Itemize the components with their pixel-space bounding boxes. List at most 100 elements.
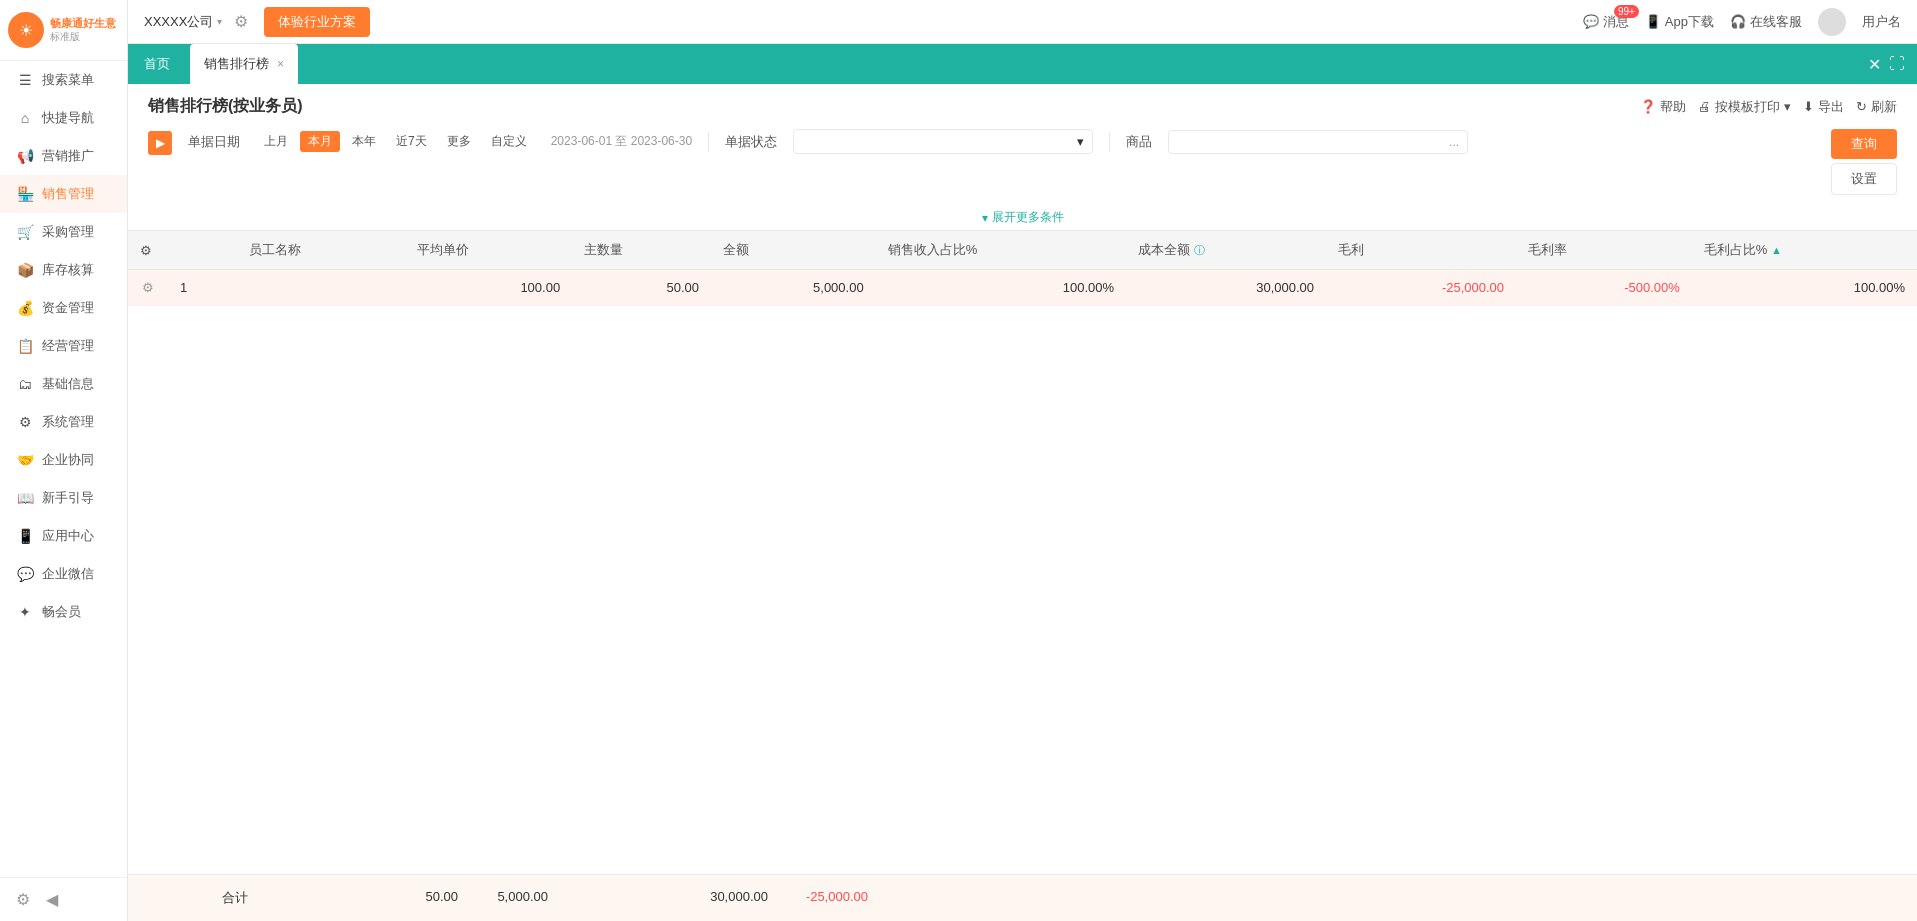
date-tab-this-month[interactable]: 本月	[300, 131, 340, 152]
sidebar-item-member[interactable]: ✦ 畅会员	[0, 593, 127, 631]
sidebar-item-inventory[interactable]: 📦 库存核算	[0, 251, 127, 289]
row-settings-icon: ⚙	[140, 280, 156, 295]
query-button[interactable]: 查询	[1831, 129, 1897, 159]
logo-icon: ☀	[8, 12, 44, 48]
expand-conditions-button[interactable]: ▾ 展开更多条件	[982, 209, 1064, 226]
tabbar: 首页 销售排行榜 × ✕ ⛶	[128, 44, 1917, 84]
col-amount: 全额	[711, 231, 876, 270]
logo-text: 畅康通好生意	[50, 16, 116, 30]
print-chevron-icon: ▾	[1784, 99, 1791, 114]
topbar-settings-icon[interactable]: ⚙	[234, 12, 248, 31]
setting-button[interactable]: 设置	[1831, 163, 1897, 195]
tab-close-button[interactable]: ×	[277, 57, 284, 71]
export-button[interactable]: ⬇ 导出	[1803, 98, 1844, 116]
wechat-icon: 💬	[16, 565, 34, 583]
sidebar-item-system[interactable]: ⚙ 系统管理	[0, 403, 127, 441]
filter-toggle-button[interactable]: ▶	[148, 131, 172, 155]
date-tab-this-year[interactable]: 本年	[344, 131, 384, 152]
trial-button[interactable]: 体验行业方案	[264, 7, 370, 37]
date-tab-last-month[interactable]: 上月	[256, 131, 296, 152]
sidebar-item-operations[interactable]: 📋 经营管理	[0, 327, 127, 365]
sidebar-item-marketing[interactable]: 📢 营销推广	[0, 137, 127, 175]
sidebar-item-search[interactable]: ☰ 搜索菜单	[0, 61, 127, 99]
status-select[interactable]: ▾	[793, 129, 1093, 154]
sidebar-item-wechat[interactable]: 💬 企业微信	[0, 555, 127, 593]
enterprise-icon: 🤝	[16, 451, 34, 469]
member-icon: ✦	[16, 603, 34, 621]
date-tabs: 上月 本月 本年 近7天 更多 自定义	[256, 131, 535, 152]
app-download-button[interactable]: 📱 App下载	[1645, 13, 1714, 31]
sidebar-item-enterprise[interactable]: 🤝 企业协同	[0, 441, 127, 479]
system-icon: ⚙	[16, 413, 34, 431]
sidebar-item-label: 系统管理	[42, 413, 94, 431]
sidebar-item-purchase[interactable]: 🛒 采购管理	[0, 213, 127, 251]
date-tab-7days[interactable]: 近7天	[388, 131, 435, 152]
sidebar-item-label: 企业协同	[42, 451, 94, 469]
message-badge: 99+	[1614, 5, 1639, 18]
col-name: 员工名称	[237, 231, 405, 270]
table-body: ⚙ 1 100.00 50.00 5,000.00 100.00% 30,000…	[128, 270, 1917, 306]
row-sales-pct: 100.00%	[876, 270, 1126, 306]
data-table: ⚙ 员工名称 平均单价 主数量 全额 销售收入占比% 成本全额 ⓘ 毛利 毛利率…	[128, 231, 1917, 306]
print-button[interactable]: 🖨 按模板打印 ▾	[1698, 98, 1791, 116]
phone-icon: 📱	[1645, 14, 1661, 29]
sidebar-item-label: 应用中心	[42, 527, 94, 545]
collapse-icon[interactable]: ◀	[46, 890, 58, 909]
date-tab-more[interactable]: 更多	[439, 131, 479, 152]
message-icon: 💬	[1583, 14, 1599, 29]
sidebar-item-label: 销售管理	[42, 185, 94, 203]
sidebar-item-guide[interactable]: 📖 新手引导	[0, 479, 127, 517]
sidebar-item-app-center[interactable]: 📱 应用中心	[0, 517, 127, 555]
tab-active[interactable]: 销售排行榜 ×	[190, 44, 298, 84]
tab-active-label: 销售排行榜	[204, 55, 269, 73]
sidebar-item-label: 经营管理	[42, 337, 94, 355]
col-cost: 成本全额 ⓘ	[1126, 231, 1326, 270]
sidebar-item-sales[interactable]: 🏪 销售管理	[0, 175, 127, 213]
search-menu-icon: ☰	[16, 71, 34, 89]
sidebar-item-label: 库存核算	[42, 261, 94, 279]
sidebar-item-basic-info[interactable]: 🗂 基础信息	[0, 365, 127, 403]
row-index: 1	[168, 270, 237, 306]
date-range: 2023-06-01 至 2023-06-30	[551, 133, 692, 150]
company-chevron-icon: ▾	[217, 16, 222, 27]
footer-cost: 30,000.00	[680, 885, 780, 911]
filter-buttons: 查询 设置	[1831, 129, 1897, 195]
avatar[interactable]	[1818, 8, 1846, 36]
table-area: ⚙ 员工名称 平均单价 主数量 全额 销售收入占比% 成本全额 ⓘ 毛利 毛利率…	[128, 231, 1917, 921]
footer-main-qty: 50.00	[390, 885, 470, 911]
sidebar-item-label: 营销推广	[42, 147, 94, 165]
capital-icon: 💰	[16, 299, 34, 317]
date-tab-custom[interactable]: 自定义	[483, 131, 535, 152]
footer-amount: 5,000.00	[470, 885, 560, 911]
settings-bottom-icon[interactable]: ⚙	[16, 890, 30, 909]
online-service-button[interactable]: 🎧 在线客服	[1730, 13, 1802, 31]
company-name: XXXXX公司	[144, 13, 213, 31]
username[interactable]: 用户名	[1862, 13, 1901, 31]
goods-more-icon[interactable]: ...	[1449, 135, 1459, 149]
tab-expand-icon[interactable]: ⛶	[1889, 55, 1905, 73]
logo-area: ☀ 畅康通好生意 标准版	[0, 0, 127, 61]
chevron-down-icon: ▾	[982, 211, 988, 225]
tab-close-all-icon[interactable]: ✕	[1868, 55, 1881, 74]
footer-index	[180, 885, 210, 911]
footer-label: 合计	[210, 885, 310, 911]
topbar-right: 💬 消息 99+ 📱 App下载 🎧 在线客服 用户名	[1583, 8, 1901, 36]
sidebar-item-label: 企业微信	[42, 565, 94, 583]
refresh-button[interactable]: ↻ 刷新	[1856, 98, 1897, 116]
logo-sub: 标准版	[50, 30, 116, 44]
goods-select[interactable]: ...	[1168, 130, 1468, 154]
help-icon: ❓	[1640, 99, 1656, 114]
footer-sales-pct	[560, 885, 680, 911]
help-button[interactable]: ❓ 帮助	[1640, 98, 1686, 116]
footer-cells: 合计 50.00 5,000.00 30,000.00 -25,000.00	[140, 885, 1905, 911]
col-index	[168, 231, 237, 270]
app-label: App下载	[1665, 13, 1714, 31]
company-selector[interactable]: XXXXX公司 ▾	[144, 13, 222, 31]
home-icon: ⌂	[16, 109, 34, 127]
refresh-icon: ↻	[1856, 99, 1867, 114]
message-button[interactable]: 💬 消息 99+	[1583, 13, 1629, 31]
sidebar-item-capital[interactable]: 💰 资金管理	[0, 289, 127, 327]
sidebar-item-quick-nav[interactable]: ⌂ 快捷导航	[0, 99, 127, 137]
sidebar-nav: ☰ 搜索菜单 ⌂ 快捷导航 📢 营销推广 🏪 销售管理 🛒 采购管理 📦 库存核…	[0, 61, 127, 877]
tab-home[interactable]: 首页	[128, 44, 186, 84]
